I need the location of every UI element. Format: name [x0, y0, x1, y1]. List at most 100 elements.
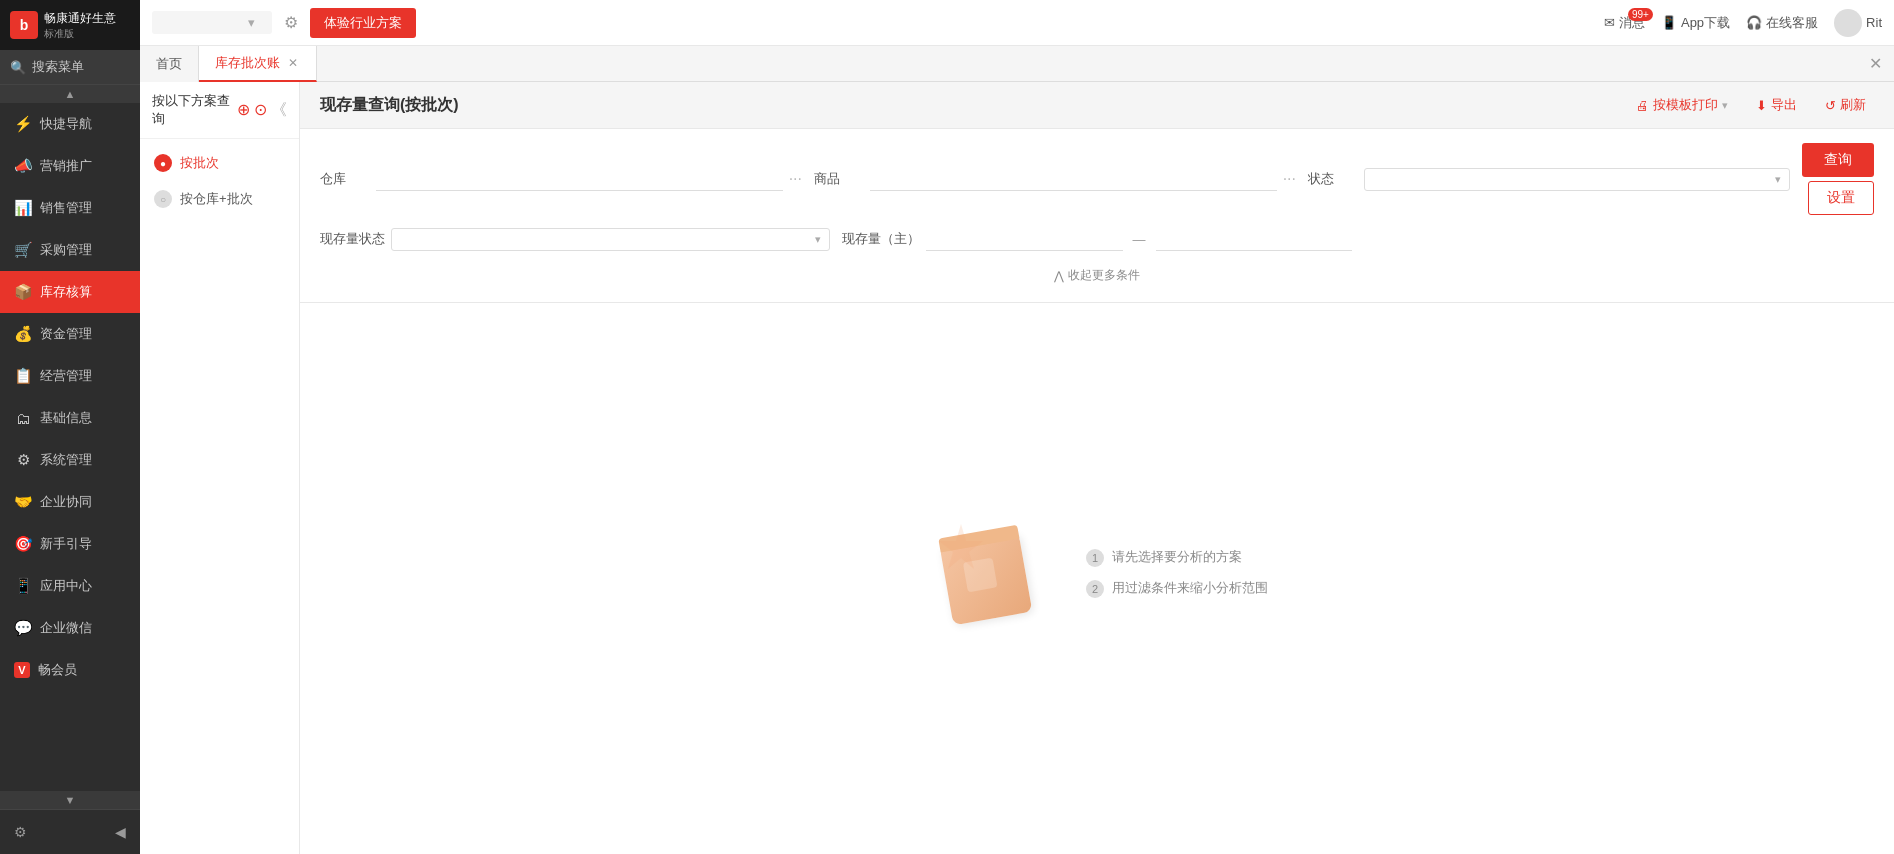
- sidebar-item-appstore[interactable]: 📱 应用中心: [0, 565, 140, 607]
- print-dropdown-icon[interactable]: ▾: [1722, 99, 1728, 112]
- stock-status-field: 现存量状态 ▾: [320, 228, 830, 251]
- filter-row-2: 现存量状态 ▾ 现存量（主） —: [320, 227, 1874, 251]
- product-more-btn[interactable]: ···: [1283, 170, 1296, 188]
- sidebar-item-operations[interactable]: 📋 经营管理: [0, 355, 140, 397]
- product-field: 商品 ···: [814, 167, 1296, 191]
- stock-qty-from-input[interactable]: [926, 227, 1123, 251]
- sidebar-item-label: 快捷导航: [40, 115, 92, 133]
- sidebar-item-member[interactable]: V 畅会员: [0, 649, 140, 691]
- phone-icon: 📱: [1661, 15, 1677, 30]
- scheme-by-batch[interactable]: ● 按批次: [140, 145, 299, 181]
- product-input[interactable]: [870, 167, 1277, 191]
- sidebar-item-enterprise[interactable]: 🤝 企业协同: [0, 481, 140, 523]
- page-title: 现存量查询(按批次): [320, 95, 459, 116]
- add-scheme-btn[interactable]: ⊕: [237, 102, 250, 118]
- sidebar-item-label: 库存核算: [40, 283, 92, 301]
- print-btn[interactable]: 🖨 按模板打印 ▾: [1628, 92, 1736, 118]
- topbar-search-input[interactable]: [162, 15, 242, 30]
- step1-num: 1: [1086, 549, 1104, 567]
- filter-schemes-list: ● 按批次 ○ 按仓库+批次: [140, 139, 299, 854]
- page-header: 现存量查询(按批次) 🖨 按模板打印 ▾ ⬇ 导出 ↺ 刷新: [300, 82, 1894, 129]
- sidebar-item-label: 经营管理: [40, 367, 92, 385]
- enterprise-icon: 🤝: [14, 493, 32, 511]
- tab-panel-close-btn[interactable]: ✕: [1857, 46, 1894, 82]
- messages-btn[interactable]: ✉ 消息 99+: [1604, 14, 1645, 32]
- headset-icon: 🎧: [1746, 15, 1762, 30]
- sidebar-item-marketing[interactable]: 📣 营销推广: [0, 145, 140, 187]
- sidebar-item-inventory[interactable]: 📦 库存核算: [0, 271, 140, 313]
- scheme-by-batch-label: 按批次: [180, 154, 219, 172]
- stock-qty-to-input[interactable]: [1156, 227, 1353, 251]
- sidebar-item-sales[interactable]: 📊 销售管理: [0, 187, 140, 229]
- tabbar: 首页 库存批次账 ✕ ✕: [140, 46, 1894, 82]
- filter-collapse-btn[interactable]: ⋀ 收起更多条件: [320, 263, 1874, 288]
- tab-inventory-batch[interactable]: 库存批次账 ✕: [199, 46, 317, 82]
- tab-home[interactable]: 首页: [140, 46, 199, 82]
- sidebar-item-label: 营销推广: [40, 157, 92, 175]
- nav-items-list: ⚡ 快捷导航 📣 营销推广 📊 销售管理 🛒 采购管理 📦 库存核算 💰 资金管…: [0, 103, 140, 791]
- sidebar-collapse-btn[interactable]: ◀: [111, 820, 130, 844]
- sidebar-item-label: 畅会员: [38, 661, 77, 679]
- status-caret-icon: ▾: [1775, 173, 1781, 186]
- status-field: 状态 ▾: [1308, 168, 1790, 191]
- trial-solution-btn[interactable]: 体验行业方案: [310, 8, 416, 38]
- filter-area: 仓库 ··· 商品 ··· 状态 ▾: [300, 129, 1894, 303]
- message-badge: 99+: [1628, 8, 1653, 21]
- tab-inventory-batch-label: 库存批次账: [215, 54, 280, 72]
- inventory-icon: 📦: [14, 283, 32, 301]
- scheme-by-warehouse-batch[interactable]: ○ 按仓库+批次: [140, 181, 299, 217]
- refresh-icon: ↺: [1825, 98, 1836, 113]
- message-icon: ✉: [1604, 15, 1615, 30]
- page-header-actions: 🖨 按模板打印 ▾ ⬇ 导出 ↺ 刷新: [1628, 92, 1874, 118]
- sidebar-item-system[interactable]: ⚙ 系统管理: [0, 439, 140, 481]
- company-name: 畅康通好生意: [44, 10, 116, 27]
- sidebar-item-wechat[interactable]: 💬 企业微信: [0, 607, 140, 649]
- collapse-panel-btn[interactable]: 《: [271, 102, 287, 118]
- topbar-right-actions: ✉ 消息 99+ 📱 App下载 🎧 在线客服 Rit: [1604, 9, 1882, 37]
- warehouse-more-btn[interactable]: ···: [789, 170, 802, 188]
- sidebar-item-label: 企业协同: [40, 493, 92, 511]
- status-label: 状态: [1308, 170, 1358, 188]
- filter-collapse-label: 收起更多条件: [1068, 267, 1140, 284]
- warehouse-input[interactable]: [376, 167, 783, 191]
- sidebar-item-shortcuts[interactable]: ⚡ 快捷导航: [0, 103, 140, 145]
- refresh-btn[interactable]: ↺ 刷新: [1817, 92, 1874, 118]
- stock-status-select[interactable]: ▾: [391, 228, 830, 251]
- sidebar-settings-btn[interactable]: ⚙: [10, 820, 31, 844]
- sidebar-item-basic[interactable]: 🗂 基础信息: [0, 397, 140, 439]
- sidebar-item-newuser[interactable]: 🎯 新手引导: [0, 523, 140, 565]
- search-menu-btn[interactable]: 🔍 搜索菜单: [0, 50, 140, 85]
- purchase-icon: 🛒: [14, 241, 32, 259]
- sidebar-scroll-down[interactable]: ▼: [0, 791, 140, 809]
- username-label: Rit: [1866, 15, 1882, 30]
- sidebar-item-purchase[interactable]: 🛒 采购管理: [0, 229, 140, 271]
- member-icon: V: [14, 662, 30, 678]
- app-title-block: 畅康通好生意 标准版: [44, 10, 116, 41]
- topbar-dropdown-icon[interactable]: ▾: [248, 15, 255, 30]
- topbar: ▾ ⚙ 体验行业方案 ✉ 消息 99+ 📱 App下载 🎧 在线客服 Rit: [140, 0, 1894, 46]
- user-avatar-btn[interactable]: Rit: [1834, 9, 1882, 37]
- filter-panel: 按以下方案查询 ⊕ ⊙ 《 ● 按批次 ○ 按仓库+批次: [140, 82, 300, 854]
- query-btn[interactable]: 查询: [1802, 143, 1874, 177]
- status-select[interactable]: ▾: [1364, 168, 1790, 191]
- topbar-gear-icon[interactable]: ⚙: [280, 9, 302, 36]
- topbar-input-area[interactable]: ▾: [152, 11, 272, 34]
- sidebar-item-label: 新手引导: [40, 535, 92, 553]
- warehouse-field: 仓库 ···: [320, 167, 802, 191]
- svg-marker-0: [939, 524, 983, 569]
- config-scheme-btn[interactable]: ⊙: [254, 102, 267, 118]
- wechat-icon: 💬: [14, 619, 32, 637]
- tab-close-btn[interactable]: ✕: [286, 55, 300, 71]
- scheme-active-icon: ●: [154, 154, 172, 172]
- settings-btn[interactable]: 设置: [1808, 181, 1874, 215]
- main-area: ▾ ⚙ 体验行业方案 ✉ 消息 99+ 📱 App下载 🎧 在线客服 Rit: [140, 0, 1894, 854]
- app-download-btn[interactable]: 📱 App下载: [1661, 14, 1730, 32]
- warehouse-label: 仓库: [320, 170, 370, 188]
- collapse-chevron-icon: ⋀: [1054, 269, 1064, 283]
- sidebar-item-label: 采购管理: [40, 241, 92, 259]
- export-btn[interactable]: ⬇ 导出: [1748, 92, 1805, 118]
- sidebar-scroll-up[interactable]: ▲: [0, 85, 140, 103]
- sidebar-item-finance[interactable]: 💰 资金管理: [0, 313, 140, 355]
- online-service-btn[interactable]: 🎧 在线客服: [1746, 14, 1818, 32]
- filter-panel-title: 按以下方案查询: [152, 92, 237, 128]
